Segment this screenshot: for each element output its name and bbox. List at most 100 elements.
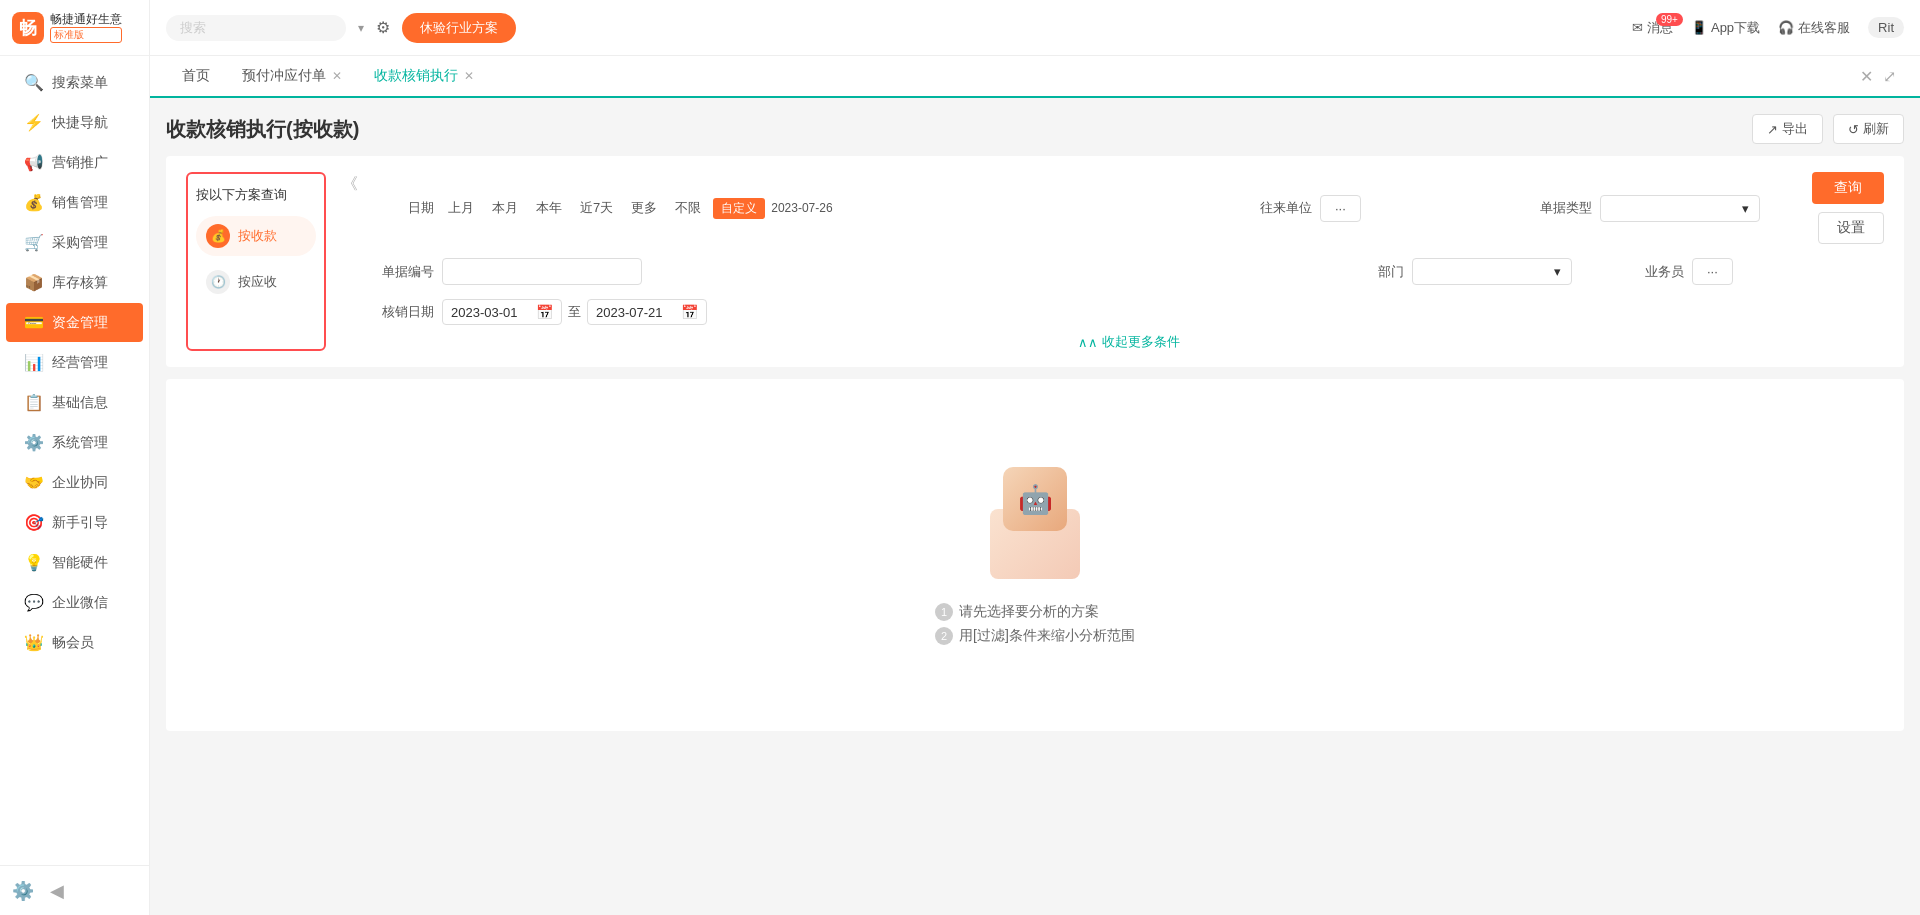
nav-label-7: 经营管理 <box>52 354 108 372</box>
message-icon: ✉ <box>1632 20 1643 35</box>
logo-icon: 畅 <box>12 12 44 44</box>
no-limit-btn[interactable]: 不限 <box>669 197 707 219</box>
nav-label-13: 企业微信 <box>52 594 108 612</box>
page-content: 收款核销执行(按收款) ↗ 导出 ↺ 刷新 按以下方案查询 💰 按收款 <box>150 98 1920 915</box>
sidebar-item-10[interactable]: 🤝企业协同 <box>6 463 143 502</box>
sidebar-item-7[interactable]: 📊经营管理 <box>6 343 143 382</box>
sidebar-item-5[interactable]: 📦库存核算 <box>6 263 143 302</box>
app-download-btn[interactable]: 📱 App下载 <box>1691 19 1760 37</box>
nav-label-4: 采购管理 <box>52 234 108 252</box>
tab-2[interactable]: 收款核销执行✕ <box>358 56 490 98</box>
collapse-more-btn[interactable]: ∧∧ 收起更多条件 <box>374 333 1884 351</box>
empty-hints: 1 请先选择要分析的方案 2 用[过滤]条件来缩小分析范围 <box>935 603 1135 651</box>
filter-by-receivable[interactable]: 🕐 按应收 <box>196 262 316 302</box>
gear-icon[interactable]: ⚙ <box>376 18 390 37</box>
calendar-start-icon[interactable]: 📅 <box>536 304 553 320</box>
tab-0[interactable]: 首页 <box>166 56 226 98</box>
nav-label-14: 畅会员 <box>52 634 94 652</box>
filter-collapse-icon[interactable]: 《 <box>342 174 358 195</box>
online-service-btn[interactable]: 🎧 在线客服 <box>1778 19 1850 37</box>
settings-btn[interactable]: 设置 <box>1818 212 1884 244</box>
nav-label-0: 搜索菜单 <box>52 74 108 92</box>
sidebar-item-12[interactable]: 💡智能硬件 <box>6 543 143 582</box>
date-value: 2023-07-26 <box>771 201 832 215</box>
dept-select[interactable]: ▾ <box>1412 258 1572 285</box>
this-year-btn[interactable]: 本年 <box>530 197 568 219</box>
nav-label-9: 系统管理 <box>52 434 108 452</box>
filter-actions: 查询 设置 <box>1812 172 1884 244</box>
close-window-icon[interactable]: ✕ <box>1860 67 1873 86</box>
page-title-bar: 收款核销执行(按收款) ↗ 导出 ↺ 刷新 <box>166 114 1904 144</box>
counterpart-label: 往来单位 <box>1232 199 1312 217</box>
filter-receipt-label: 按收款 <box>238 227 277 245</box>
sidebar-item-9[interactable]: ⚙️系统管理 <box>6 423 143 462</box>
tab-close-1[interactable]: ✕ <box>332 69 342 83</box>
logo-name: 畅捷通好生意 <box>50 12 122 28</box>
voucher-no-input[interactable] <box>442 258 642 285</box>
header-actions: ✉ 消息 99+ 📱 App下载 🎧 在线客服 Rit <box>1632 17 1904 38</box>
nav-label-12: 智能硬件 <box>52 554 108 572</box>
tab-bar: 首页预付冲应付单✕收款核销执行✕ ✕ ⤢ <box>150 56 1920 98</box>
verify-date-start-input[interactable]: 2023-03-01 📅 <box>442 299 562 325</box>
title-actions: ↗ 导出 ↺ 刷新 <box>1752 114 1904 144</box>
sidebar: 畅 畅捷通好生意 标准版 🔍搜索菜单⚡快捷导航📢营销推广💰销售管理🛒采购管理📦库… <box>0 0 150 915</box>
nav-icon-1: ⚡ <box>24 113 44 132</box>
nav-icon-0: 🔍 <box>24 73 44 92</box>
tab-1[interactable]: 预付冲应付单✕ <box>226 56 358 98</box>
sidebar-item-0[interactable]: 🔍 搜索菜单 <box>6 63 143 102</box>
maximize-icon[interactable]: ⤢ <box>1883 67 1896 86</box>
filter-row-2: 单据编号 部门 ▾ 业务员 ··· <box>374 258 1884 285</box>
page-title: 收款核销执行(按收款) <box>166 116 359 143</box>
chevron-down-icon[interactable]: ▾ <box>358 21 364 35</box>
filter-panel-title: 按以下方案查询 <box>196 186 316 204</box>
export-btn[interactable]: ↗ 导出 <box>1752 114 1823 144</box>
collapse-sidebar-icon[interactable]: ◀ <box>50 880 64 902</box>
sidebar-item-13[interactable]: 💬企业微信 <box>6 583 143 622</box>
verify-date-end-input[interactable]: 2023-07-21 📅 <box>587 299 707 325</box>
verify-date-label: 核销日期 <box>374 303 434 321</box>
voucher-type-select[interactable]: ▾ <box>1600 195 1760 222</box>
last-month-btn[interactable]: 上月 <box>442 197 480 219</box>
refresh-label: 刷新 <box>1863 120 1889 138</box>
sidebar-item-3[interactable]: 💰 销售管理 <box>6 183 143 222</box>
query-btn[interactable]: 查询 <box>1812 172 1884 204</box>
voucher-type-label: 单据类型 <box>1512 199 1592 217</box>
counterpart-input[interactable]: ··· <box>1320 195 1361 222</box>
industry-btn[interactable]: 休验行业方案 <box>402 13 516 43</box>
nav-label-6: 资金管理 <box>52 314 108 332</box>
nav-label-5: 库存核算 <box>52 274 108 292</box>
hint-num-2: 2 <box>935 627 953 645</box>
user-avatar[interactable]: Rit <box>1868 17 1904 38</box>
nav-icon-3: 💰 <box>24 193 44 212</box>
dept-arrow-icon: ▾ <box>1554 264 1561 279</box>
hint-num-1: 1 <box>935 603 953 621</box>
nav-icon-8: 📋 <box>24 393 44 412</box>
sidebar-item-14[interactable]: 👑畅会员 <box>6 623 143 662</box>
sidebar-item-11[interactable]: 🎯新手引导 <box>6 503 143 542</box>
sidebar-item-6[interactable]: 💳资金管理 <box>6 303 143 342</box>
filter-by-receipt[interactable]: 💰 按收款 <box>196 216 316 256</box>
this-month-btn[interactable]: 本月 <box>486 197 524 219</box>
sidebar-item-8[interactable]: 📋基础信息 <box>6 383 143 422</box>
settings-icon[interactable]: ⚙️ <box>12 880 34 902</box>
tab-close-2[interactable]: ✕ <box>464 69 474 83</box>
empty-illustration: 🤖 <box>975 459 1095 579</box>
verify-date-range: 2023-03-01 📅 至 2023-07-21 📅 <box>442 299 707 325</box>
nav-icon-11: 🎯 <box>24 513 44 532</box>
date-label: 日期 <box>374 199 434 217</box>
last-7-days-btn[interactable]: 近7天 <box>574 197 619 219</box>
nav-label-1: 快捷导航 <box>52 114 108 132</box>
message-btn[interactable]: ✉ 消息 99+ <box>1632 19 1673 37</box>
sidebar-item-2[interactable]: 📢营销推广 <box>6 143 143 182</box>
calendar-end-icon[interactable]: 📅 <box>681 304 698 320</box>
header-search[interactable]: 搜索 <box>166 15 346 41</box>
sidebar-item-1[interactable]: ⚡ 快捷导航 <box>6 103 143 142</box>
counterpart-field: 往来单位 ··· <box>1232 195 1492 222</box>
refresh-btn[interactable]: ↺ 刷新 <box>1833 114 1904 144</box>
nav-label-3: 销售管理 <box>52 194 108 212</box>
staff-input[interactable]: ··· <box>1692 258 1733 285</box>
more-btn[interactable]: 更多 <box>625 197 663 219</box>
nav-icon-10: 🤝 <box>24 473 44 492</box>
filter-panel: 按以下方案查询 💰 按收款 🕐 按应收 《 日期 <box>166 156 1904 367</box>
sidebar-item-4[interactable]: 🛒采购管理 <box>6 223 143 262</box>
